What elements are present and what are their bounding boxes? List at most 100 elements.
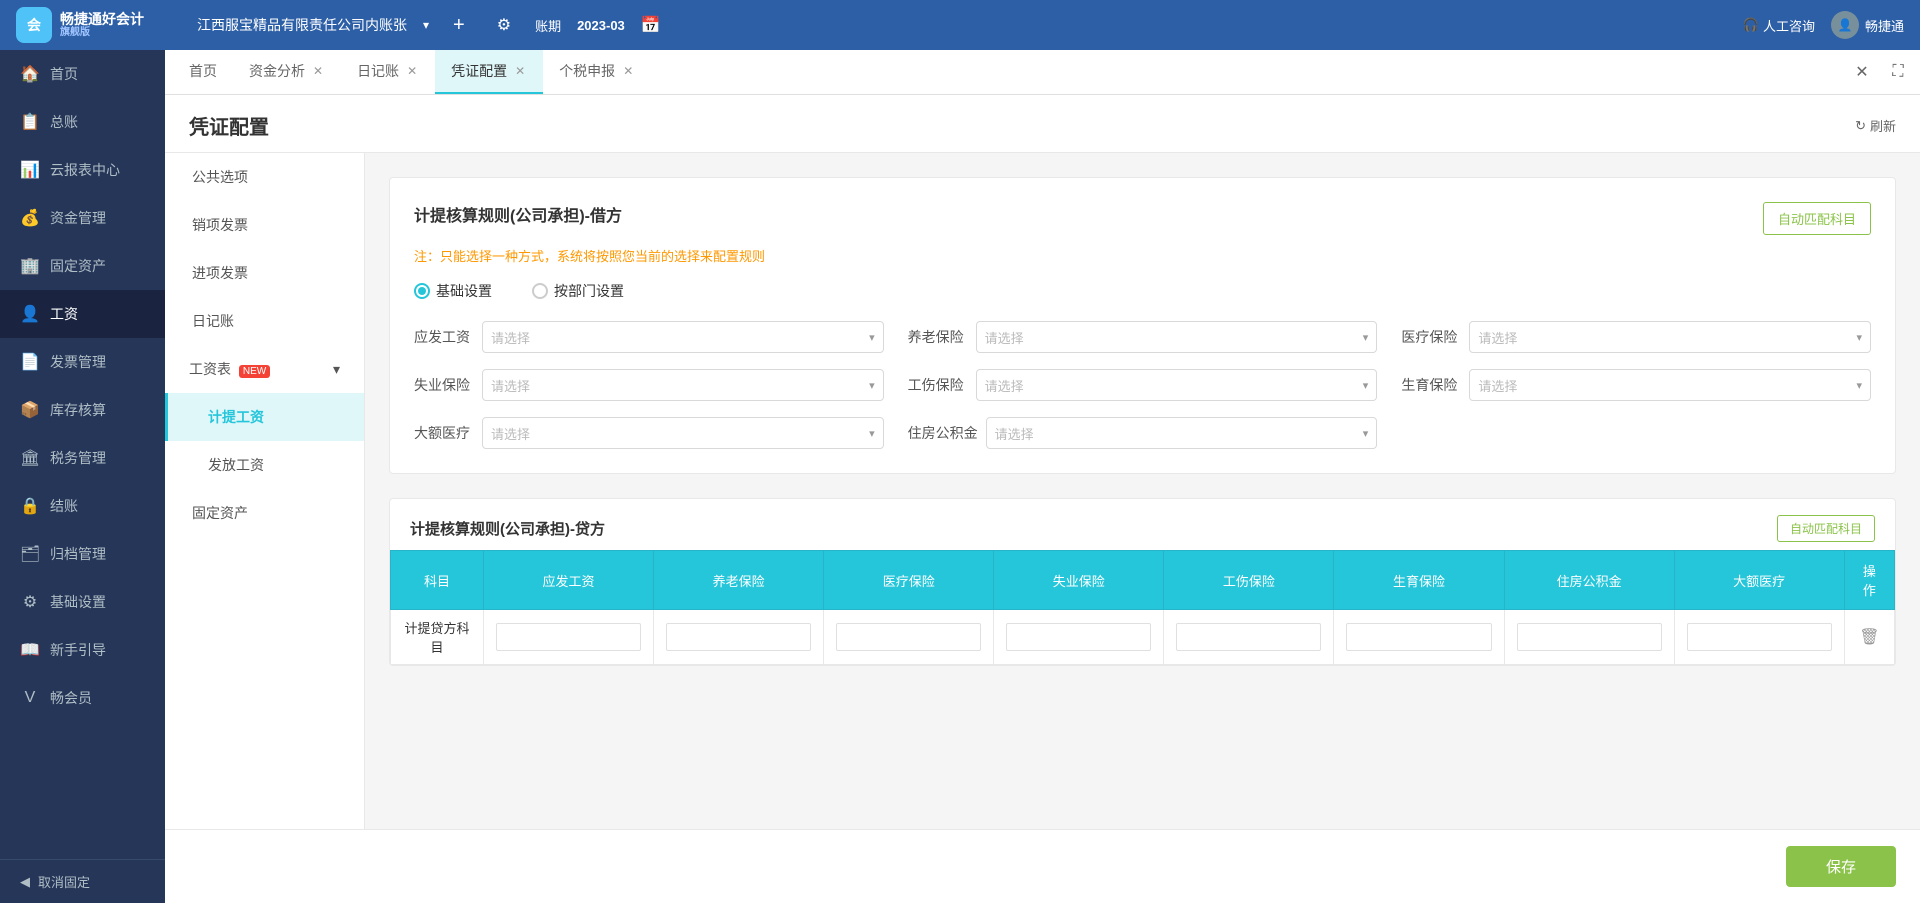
calendar-icon[interactable]: 📅 <box>641 15 661 35</box>
left-nav-salary-table-header[interactable]: 工资表 NEW ▾ <box>165 345 364 393</box>
avatar: 👤 <box>1831 11 1859 39</box>
period-label: 账期 <box>535 16 561 35</box>
tab-tax-filing[interactable]: 个税申报 ✕ <box>543 50 651 94</box>
col-header-base-salary: 应发工资 <box>483 551 653 610</box>
tab-close-voucher-config[interactable]: ✕ <box>513 64 527 78</box>
sidebar-item-vip[interactable]: V 畅会员 <box>0 674 165 722</box>
tab-voucher-config[interactable]: 凭证配置 ✕ <box>435 50 543 94</box>
input-large-medical[interactable] <box>1687 623 1832 651</box>
col-header-subject: 科目 <box>391 551 484 610</box>
home-icon: 🏠 <box>20 64 40 84</box>
inventory-icon: 📦 <box>20 400 40 420</box>
sidebar: 🏠 首页 📋 总账 📊 云报表中心 💰 资金管理 🏢 固定资产 👤 工资 📄 发… <box>0 50 165 903</box>
select-injury[interactable]: 请选择 ▾ <box>976 369 1378 401</box>
select-arrow: ▾ <box>869 331 875 344</box>
tab-home[interactable]: 首页 <box>173 50 233 94</box>
left-nav-salary-table-group: 工资表 NEW ▾ <box>165 345 364 393</box>
sidebar-item-reports[interactable]: 📊 云报表中心 <box>0 146 165 194</box>
left-nav-purchase-invoice[interactable]: 进项发票 <box>165 249 364 297</box>
logo-text: 畅捷通好会计 旗舰版 <box>60 11 144 40</box>
refresh-button[interactable]: ↻ 刷新 <box>1855 116 1896 147</box>
select-maternity[interactable]: 请选择 ▾ <box>1469 369 1871 401</box>
logo-icon: 会 <box>16 7 52 43</box>
radio-basic-settings[interactable]: 基础设置 <box>414 281 492 301</box>
form-item-housing-fund: 住房公积金 请选择 ▾ <box>908 417 1378 449</box>
close-tab-action[interactable]: ✕ <box>1848 58 1876 86</box>
input-maternity[interactable] <box>1346 623 1491 651</box>
left-nav-journal[interactable]: 日记账 <box>165 297 364 345</box>
form-item-injury: 工伤保险 请选择 ▾ <box>908 369 1378 401</box>
top-bar: 会 畅捷通好会计 旗舰版 江西服宝精品有限责任公司内账张 ▾ + ⚙ 账期 20… <box>0 0 1920 50</box>
input-pension[interactable] <box>666 623 811 651</box>
select-pension[interactable]: 请选择 ▾ <box>976 321 1378 353</box>
left-nav-sales-invoice[interactable]: 销项发票 <box>165 201 364 249</box>
sidebar-item-invoice[interactable]: 📄 发票管理 <box>0 338 165 386</box>
form-item-maternity: 生育保险 请选择 ▾ <box>1401 369 1871 401</box>
sidebar-item-fund-management[interactable]: 💰 资金管理 <box>0 194 165 242</box>
period-value: 2023-03 <box>577 18 625 33</box>
save-btn-container: 保存 <box>165 829 1920 903</box>
tab-close-capital-analysis[interactable]: ✕ <box>311 64 325 78</box>
settings-icon[interactable]: ⚙ <box>489 15 519 35</box>
col-header-injury: 工伤保险 <box>1164 551 1334 610</box>
sidebar-item-tax[interactable]: 🏛 税务管理 <box>0 434 165 482</box>
select-large-medical[interactable]: 请选择 ▾ <box>482 417 884 449</box>
expand-tab-action[interactable]: ⛶ <box>1884 58 1912 86</box>
sidebar-item-salary[interactable]: 👤 工资 <box>0 290 165 338</box>
cell-housing-fund <box>1504 610 1674 665</box>
select-unemployment[interactable]: 请选择 ▾ <box>482 369 884 401</box>
select-medical[interactable]: 请选择 ▾ <box>1469 321 1871 353</box>
left-nav-fixed-assets[interactable]: 固定资产 <box>165 489 364 537</box>
sidebar-item-home[interactable]: 🏠 首页 <box>0 50 165 98</box>
tab-bar: 首页 资金分析 ✕ 日记账 ✕ 凭证配置 ✕ 个税申报 ✕ ✕ ⛶ <box>165 50 1920 95</box>
sidebar-item-inventory[interactable]: 📦 库存核算 <box>0 386 165 434</box>
form-item-base-salary: 应发工资 请选择 ▾ <box>414 321 884 353</box>
form-item-medical: 医疗保险 请选择 ▾ <box>1401 321 1871 353</box>
sidebar-unpin-button[interactable]: ◀ 取消固定 <box>0 859 165 903</box>
sidebar-item-general-ledger[interactable]: 📋 总账 <box>0 98 165 146</box>
credit-rules-table: 科目 应发工资 养老保险 医疗保险 失业保险 工伤保险 生育保险 住房公积金 大… <box>390 550 1895 665</box>
input-medical[interactable] <box>836 623 981 651</box>
left-nav-pay-salary[interactable]: 发放工资 <box>165 441 364 489</box>
sidebar-item-guide[interactable]: 📖 新手引导 <box>0 626 165 674</box>
tab-capital-analysis[interactable]: 资金分析 ✕ <box>233 50 341 94</box>
guide-icon: 📖 <box>20 640 40 660</box>
sidebar-item-settings[interactable]: ⚙ 基础设置 <box>0 578 165 626</box>
settings-nav-icon: ⚙ <box>20 592 40 612</box>
assets-icon: 🏢 <box>20 256 40 276</box>
fund-icon: 💰 <box>20 208 40 228</box>
pin-icon: ◀ <box>20 874 30 890</box>
cell-medical <box>824 610 994 665</box>
ai-consult-button[interactable]: 🎧 人工咨询 <box>1743 16 1815 35</box>
tab-close-tax-filing[interactable]: ✕ <box>621 64 635 78</box>
sidebar-item-archive[interactable]: 🗂 归档管理 <box>0 530 165 578</box>
left-nav-provision-salary[interactable]: 计提工资 <box>165 393 364 441</box>
user-info[interactable]: 👤 畅捷通 <box>1831 11 1904 39</box>
sidebar-item-fixed-assets[interactable]: 🏢 固定资产 <box>0 242 165 290</box>
new-badge: NEW <box>239 365 270 378</box>
select-arrow: ▾ <box>869 379 875 392</box>
radio-department-settings[interactable]: 按部门设置 <box>532 281 624 301</box>
select-housing-fund[interactable]: 请选择 ▾ <box>986 417 1378 449</box>
select-base-salary[interactable]: 请选择 ▾ <box>482 321 884 353</box>
input-housing-fund[interactable] <box>1517 623 1662 651</box>
add-button[interactable]: + <box>445 14 473 37</box>
input-base-salary[interactable] <box>496 623 641 651</box>
form-grid: 应发工资 请选择 ▾ 养老保险 请选择 ▾ <box>414 321 1871 449</box>
sidebar-item-close-period[interactable]: 🔒 结账 <box>0 482 165 530</box>
col-header-large-medical: 大额医疗 <box>1674 551 1844 610</box>
auto-match-debit-button[interactable]: 自动匹配科目 <box>1763 202 1871 235</box>
delete-row-button[interactable]: 🗑 <box>1859 629 1879 646</box>
input-injury[interactable] <box>1176 623 1321 651</box>
top-bar-right: 🎧 人工咨询 👤 畅捷通 <box>1743 11 1904 39</box>
auto-match-credit-button[interactable]: 自动匹配科目 <box>1777 515 1875 542</box>
tab-close-journal[interactable]: ✕ <box>405 64 419 78</box>
select-arrow: ▾ <box>1856 331 1862 344</box>
company-dropdown-icon[interactable]: ▾ <box>423 18 429 32</box>
cell-maternity <box>1334 610 1504 665</box>
tab-journal[interactable]: 日记账 ✕ <box>341 50 435 94</box>
save-button[interactable]: 保存 <box>1786 846 1896 887</box>
cell-base-salary <box>483 610 653 665</box>
input-unemployment[interactable] <box>1006 623 1151 651</box>
left-nav-public[interactable]: 公共选项 <box>165 153 364 201</box>
